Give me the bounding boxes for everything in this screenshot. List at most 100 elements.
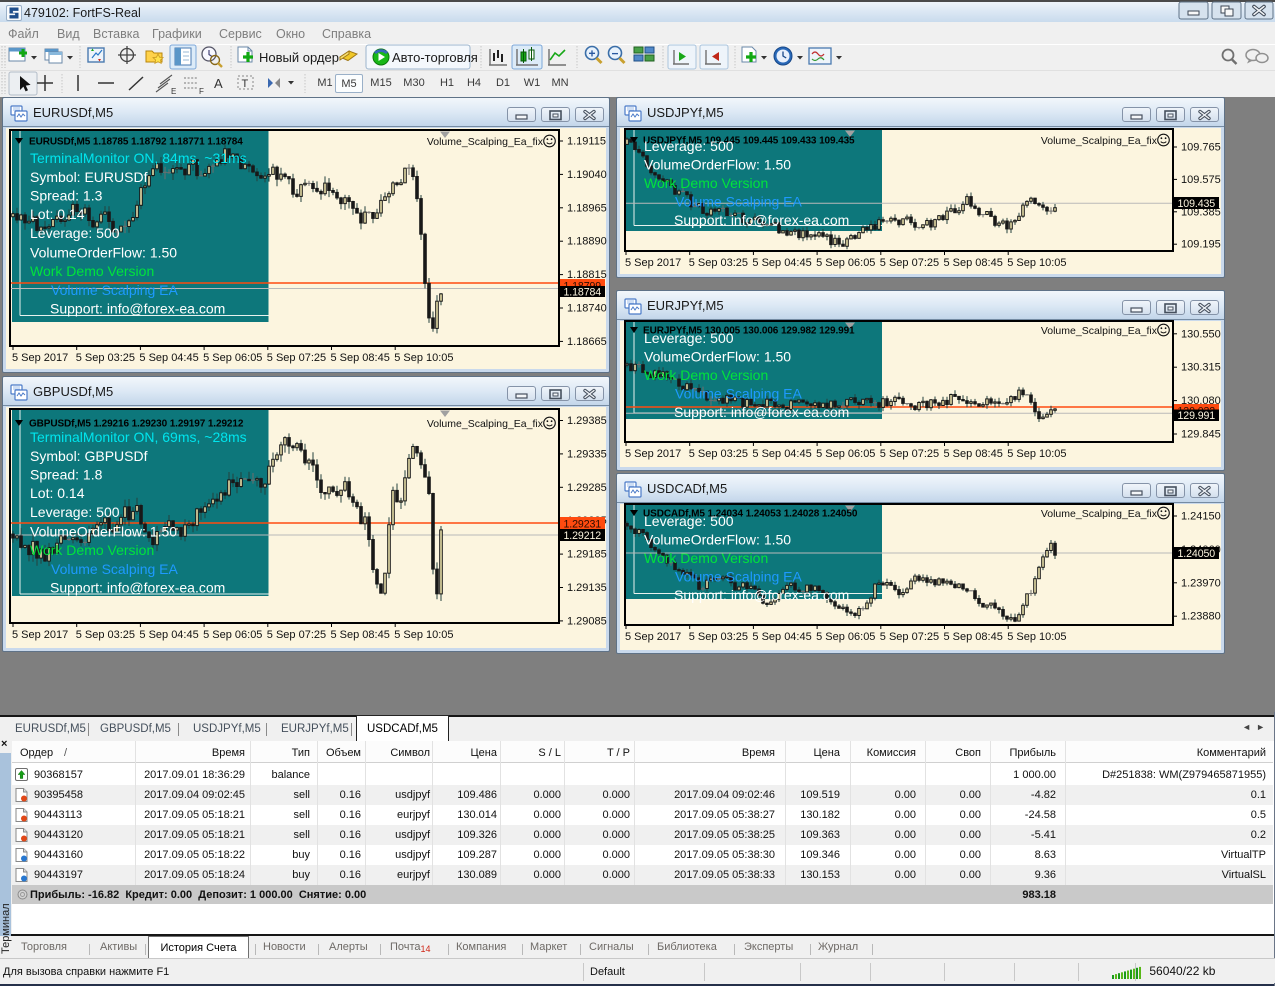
svg-text:TerminalMonitor ON, 69ms, ~28m: TerminalMonitor ON, 69ms, ~28ms xyxy=(30,429,247,445)
svg-text:Work Demo Version: Work Demo Version xyxy=(30,542,154,558)
svg-text:Lot: 0.14: Lot: 0.14 xyxy=(30,206,85,222)
svg-text:Leverage: 500: Leverage: 500 xyxy=(644,138,734,154)
svg-text:109.195: 109.195 xyxy=(1181,239,1221,251)
svg-text:129.991: 129.991 xyxy=(1178,410,1216,422)
svg-text:1.29385: 1.29385 xyxy=(567,415,607,427)
svg-text:5 Sep 2017: 5 Sep 2017 xyxy=(12,629,68,641)
svg-text:5 Sep 07:25: 5 Sep 07:25 xyxy=(267,629,326,641)
svg-text:Leverage: 500: Leverage: 500 xyxy=(30,225,120,241)
svg-text:5 Sep 04:45: 5 Sep 04:45 xyxy=(139,352,198,364)
svg-text:Work Demo Version: Work Demo Version xyxy=(644,550,768,566)
svg-text:EURUSDf,M5 1.18785 1.18792 1.: EURUSDf,M5 1.18785 1.18792 1.18771 1.187… xyxy=(29,137,243,148)
svg-text:109.435: 109.435 xyxy=(1178,198,1216,210)
svg-text:1.29185: 1.29185 xyxy=(567,549,607,561)
svg-text:GBPUSDf,M5 1.29216 1.29230 1.: GBPUSDf,M5 1.29216 1.29230 1.29197 1.292… xyxy=(29,419,244,430)
svg-text:Support: info@forex-ea.com: Support: info@forex-ea.com xyxy=(674,587,849,603)
svg-text:5 Sep 07:25: 5 Sep 07:25 xyxy=(267,352,326,364)
svg-text:Support: info@forex-ea.com: Support: info@forex-ea.com xyxy=(674,212,849,228)
svg-text:Work Demo Version: Work Demo Version xyxy=(30,263,154,279)
svg-text:1.29135: 1.29135 xyxy=(567,582,607,594)
svg-text:1.24050: 1.24050 xyxy=(1178,548,1216,560)
svg-text:Symbol: GBPUSDf: Symbol: GBPUSDf xyxy=(30,448,148,464)
svg-text:1.23880: 1.23880 xyxy=(1181,611,1221,623)
svg-text:VolumeOrderFlow: 1.50: VolumeOrderFlow: 1.50 xyxy=(644,532,791,548)
svg-text:5 Sep 10:05: 5 Sep 10:05 xyxy=(394,352,453,364)
svg-text:Support: info@forex-ea.com: Support: info@forex-ea.com xyxy=(50,580,225,596)
svg-text:5 Sep 08:45: 5 Sep 08:45 xyxy=(331,352,390,364)
svg-text:Work Demo Version: Work Demo Version xyxy=(644,175,768,191)
svg-text:5 Sep 2017: 5 Sep 2017 xyxy=(12,352,68,364)
svg-text:Leverage: 500: Leverage: 500 xyxy=(644,330,734,346)
svg-text:1.29231: 1.29231 xyxy=(564,519,602,531)
svg-text:1.18665: 1.18665 xyxy=(567,336,607,348)
svg-text:Volume_Scalping_Ea_fix: Volume_Scalping_Ea_fix xyxy=(427,136,544,148)
svg-text:1.24150: 1.24150 xyxy=(1181,511,1221,523)
svg-text:Volume Scalping EA: Volume Scalping EA xyxy=(675,569,803,585)
svg-text:Spread: 1.8: Spread: 1.8 xyxy=(30,467,103,483)
svg-text:1.29335: 1.29335 xyxy=(567,448,607,460)
svg-text:5 Sep 10:05: 5 Sep 10:05 xyxy=(1007,257,1066,269)
svg-text:5 Sep 04:45: 5 Sep 04:45 xyxy=(752,631,811,643)
svg-text:Support: info@forex-ea.com: Support: info@forex-ea.com xyxy=(50,301,225,317)
svg-text:5 Sep 08:45: 5 Sep 08:45 xyxy=(944,257,1003,269)
svg-text:5 Sep 08:45: 5 Sep 08:45 xyxy=(331,629,390,641)
svg-text:Work Demo Version: Work Demo Version xyxy=(644,367,768,383)
svg-text:5 Sep 03:25: 5 Sep 03:25 xyxy=(76,352,135,364)
svg-text:Symbol: EURUSDf: Symbol: EURUSDf xyxy=(30,169,148,185)
svg-text:Volume_Scalping_Ea_fix: Volume_Scalping_Ea_fix xyxy=(1041,325,1158,337)
svg-text:5 Sep 10:05: 5 Sep 10:05 xyxy=(1007,448,1066,460)
svg-text:1.18965: 1.18965 xyxy=(567,202,607,214)
svg-text:TerminalMonitor ON, 84ms, ~31m: TerminalMonitor ON, 84ms, ~31ms xyxy=(30,150,247,166)
svg-text:1.19040: 1.19040 xyxy=(567,169,607,181)
svg-text:5 Sep 06:05: 5 Sep 06:05 xyxy=(203,629,262,641)
svg-text:109.765: 109.765 xyxy=(1181,142,1221,154)
svg-text:VolumeOrderFlow: 1.50: VolumeOrderFlow: 1.50 xyxy=(644,157,791,173)
svg-text:5 Sep 07:25: 5 Sep 07:25 xyxy=(880,448,939,460)
svg-text:1.18784: 1.18784 xyxy=(564,287,602,299)
svg-text:109.575: 109.575 xyxy=(1181,174,1221,186)
svg-text:5 Sep 04:45: 5 Sep 04:45 xyxy=(752,448,811,460)
svg-text:Leverage: 500: Leverage: 500 xyxy=(30,504,120,520)
svg-text:Volume Scalping EA: Volume Scalping EA xyxy=(51,561,179,577)
svg-text:1.18890: 1.18890 xyxy=(567,236,607,248)
svg-text:Volume Scalping EA: Volume Scalping EA xyxy=(51,282,179,298)
svg-text:Volume Scalping EA: Volume Scalping EA xyxy=(675,386,803,402)
svg-text:Leverage: 500: Leverage: 500 xyxy=(644,513,734,529)
svg-text:VolumeOrderFlow: 1.50: VolumeOrderFlow: 1.50 xyxy=(30,524,177,540)
svg-text:5 Sep 07:25: 5 Sep 07:25 xyxy=(880,257,939,269)
svg-text:VolumeOrderFlow: 1.50: VolumeOrderFlow: 1.50 xyxy=(30,245,177,261)
svg-text:5 Sep 08:45: 5 Sep 08:45 xyxy=(944,448,1003,460)
svg-text:Volume_Scalping_Ea_fix: Volume_Scalping_Ea_fix xyxy=(427,418,544,430)
svg-text:130.315: 130.315 xyxy=(1181,362,1221,374)
svg-text:5 Sep 04:45: 5 Sep 04:45 xyxy=(752,257,811,269)
svg-text:5 Sep 10:05: 5 Sep 10:05 xyxy=(1007,631,1066,643)
svg-text:5 Sep 03:25: 5 Sep 03:25 xyxy=(689,448,748,460)
svg-text:5 Sep 06:05: 5 Sep 06:05 xyxy=(816,448,875,460)
svg-text:5 Sep 06:05: 5 Sep 06:05 xyxy=(203,352,262,364)
svg-text:1.29212: 1.29212 xyxy=(564,530,602,542)
svg-text:5 Sep 06:05: 5 Sep 06:05 xyxy=(816,631,875,643)
svg-text:Volume_Scalping_Ea_fix: Volume_Scalping_Ea_fix xyxy=(1041,135,1158,147)
svg-text:1.19115: 1.19115 xyxy=(567,136,606,148)
svg-text:VolumeOrderFlow: 1.50: VolumeOrderFlow: 1.50 xyxy=(644,349,791,365)
svg-text:Lot: 0.14: Lot: 0.14 xyxy=(30,485,85,501)
svg-text:Volume_Scalping_Ea_fix: Volume_Scalping_Ea_fix xyxy=(1041,508,1158,520)
svg-text:5 Sep 07:25: 5 Sep 07:25 xyxy=(880,631,939,643)
svg-text:Volume Scalping EA: Volume Scalping EA xyxy=(675,194,803,210)
svg-text:5 Sep 04:45: 5 Sep 04:45 xyxy=(139,629,198,641)
svg-text:Support: info@forex-ea.com: Support: info@forex-ea.com xyxy=(674,404,849,420)
svg-text:1.29085: 1.29085 xyxy=(567,615,607,627)
svg-text:Spread: 1.3: Spread: 1.3 xyxy=(30,188,103,204)
svg-text:1.18740: 1.18740 xyxy=(567,303,607,315)
svg-text:1.23970: 1.23970 xyxy=(1181,577,1221,589)
svg-text:5 Sep 10:05: 5 Sep 10:05 xyxy=(394,629,453,641)
svg-text:129.845: 129.845 xyxy=(1181,429,1221,441)
svg-text:1.29285: 1.29285 xyxy=(567,482,607,494)
svg-text:130.550: 130.550 xyxy=(1181,328,1221,340)
svg-text:5 Sep 2017: 5 Sep 2017 xyxy=(625,631,681,643)
svg-text:5 Sep 08:45: 5 Sep 08:45 xyxy=(944,631,1003,643)
svg-text:5 Sep 06:05: 5 Sep 06:05 xyxy=(816,257,875,269)
svg-text:5 Sep 2017: 5 Sep 2017 xyxy=(625,257,681,269)
svg-text:5 Sep 03:25: 5 Sep 03:25 xyxy=(76,629,135,641)
svg-text:5 Sep 2017: 5 Sep 2017 xyxy=(625,448,681,460)
